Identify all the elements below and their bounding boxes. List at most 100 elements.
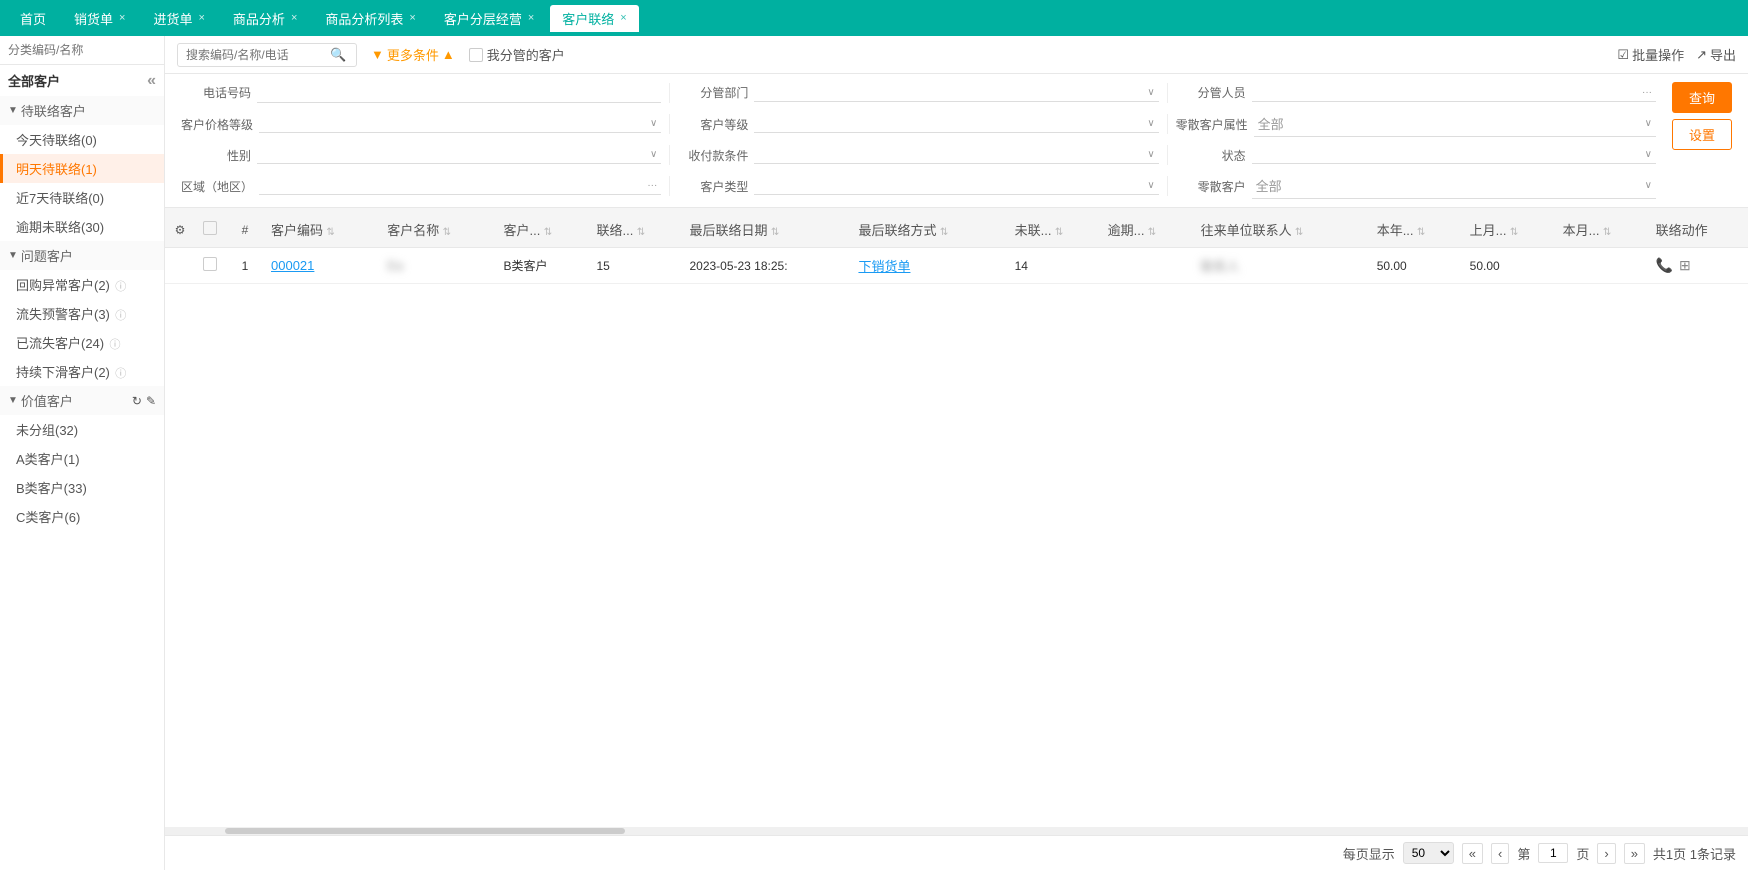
- customer-type-select[interactable]: ∨: [754, 177, 1158, 195]
- filter-field-price-level: 客户价格等级 ∨: [181, 115, 661, 133]
- col-current-year[interactable]: 本年... ⇅: [1371, 212, 1464, 248]
- page-size-select[interactable]: 50 100 200: [1403, 842, 1454, 864]
- price-level-select[interactable]: ∨: [259, 115, 661, 133]
- sidebar-collapse-btn[interactable]: «: [147, 72, 156, 90]
- nav-close-purchase[interactable]: ×: [198, 12, 204, 24]
- col-check[interactable]: [195, 212, 225, 248]
- content-area: 🔍 ▼ 更多条件 ▲ 我分管的客户 ☑ 批量操作 ↗ 导出: [165, 36, 1748, 870]
- sidebar-item-type-c[interactable]: C类客户(6): [0, 502, 164, 531]
- filter-divider-1: [669, 83, 670, 103]
- col-customer-code[interactable]: 客户编码 ⇅: [265, 212, 381, 248]
- status-select[interactable]: ∨: [1252, 146, 1656, 164]
- region-select[interactable]: ···: [259, 177, 661, 195]
- sort-icon-type: ⇅: [544, 227, 552, 238]
- sort-icon-contact: ⇅: [637, 227, 645, 238]
- nav-sales[interactable]: 销货单 ×: [62, 5, 137, 32]
- department-select[interactable]: ∨: [754, 84, 1158, 102]
- sidebar-item-tomorrow[interactable]: 明天待联络(1): [0, 154, 164, 183]
- nav-close-customer-contact[interactable]: ×: [620, 12, 626, 24]
- sidebar-item-7days[interactable]: 近7天待联络(0): [0, 183, 164, 212]
- batch-operation-btn[interactable]: ☑ 批量操作: [1617, 45, 1684, 64]
- nav-customer-contact[interactable]: 客户联络 ×: [550, 5, 638, 32]
- nav-home[interactable]: 首页: [8, 5, 58, 32]
- col-unit-contact[interactable]: 往来单位联系人 ⇅: [1195, 212, 1371, 248]
- total-records-label: 共1页 1条记录: [1653, 844, 1736, 863]
- row-customer-code[interactable]: 000021: [265, 248, 381, 284]
- page-suffix: 页: [1576, 844, 1589, 863]
- col-last-month[interactable]: 上月... ⇅: [1464, 212, 1557, 248]
- settings-button[interactable]: 设置: [1672, 119, 1732, 150]
- manager-select[interactable]: ···: [1252, 84, 1656, 102]
- export-btn[interactable]: ↗ 导出: [1696, 45, 1736, 64]
- row-checkbox[interactable]: [203, 257, 217, 271]
- my-customers-checkbox[interactable]: [469, 48, 483, 62]
- sidebar-item-continuous-decline[interactable]: 持续下滑客户(2) ⓘ: [0, 357, 164, 386]
- row-check[interactable]: [195, 248, 225, 284]
- sidebar-search-input[interactable]: [8, 43, 163, 57]
- retail-customer-select[interactable]: 全部 ∨: [1252, 173, 1656, 199]
- nav-goods-analysis-list[interactable]: 商品分析列表 ×: [313, 5, 427, 32]
- sidebar-item-lost-risk[interactable]: 流失预警客户(3) ⓘ: [0, 299, 164, 328]
- scroll-thumb[interactable]: [225, 828, 625, 834]
- row-customer-name[interactable]: Ea: [381, 248, 497, 284]
- grid-action-icon[interactable]: ⊞: [1679, 257, 1691, 274]
- col-last-contact-method[interactable]: 最后联络方式 ⇅: [852, 212, 1008, 248]
- first-page-btn[interactable]: «: [1462, 843, 1483, 864]
- filter-row-1: 电话号码 分管部门 ∨ 分管人员: [181, 82, 1656, 103]
- table-scroll-bar[interactable]: [165, 827, 1748, 835]
- pending-contact-arrow: ▼: [8, 105, 18, 116]
- col-customer-name[interactable]: 客户名称 ⇅: [381, 212, 497, 248]
- value-customers-edit-icon[interactable]: ✎: [146, 394, 156, 408]
- nav-close-sales[interactable]: ×: [119, 12, 125, 24]
- prev-page-btn[interactable]: ‹: [1491, 843, 1509, 864]
- more-conditions-btn[interactable]: ▼ 更多条件 ▲: [365, 42, 461, 67]
- sidebar-item-today[interactable]: 今天待联络(0): [0, 125, 164, 154]
- col-contact-short[interactable]: 联络... ⇅: [591, 212, 684, 248]
- page-input[interactable]: [1538, 843, 1568, 863]
- chevron-up-icon: ▲: [442, 47, 455, 62]
- query-button[interactable]: 查询: [1672, 82, 1732, 113]
- col-customer-type-short[interactable]: 客户... ⇅: [498, 212, 591, 248]
- search-input[interactable]: [186, 48, 326, 62]
- col-this-month[interactable]: 本月... ⇅: [1557, 212, 1650, 248]
- filter-divider-5: [669, 145, 670, 165]
- nav-customer-segment[interactable]: 客户分层经营 ×: [432, 5, 546, 32]
- last-page-btn[interactable]: »: [1624, 843, 1645, 864]
- next-page-btn[interactable]: ›: [1597, 843, 1615, 864]
- value-customers-arrow: ▼: [8, 395, 18, 406]
- value-customers-refresh-icon[interactable]: ↻: [132, 394, 142, 408]
- info-icon-decline: ⓘ: [115, 368, 126, 380]
- col-last-contact-date[interactable]: 最后联络日期 ⇅: [683, 212, 852, 248]
- customer-level-select[interactable]: ∨: [754, 115, 1158, 133]
- sidebar-item-lost[interactable]: 已流失客户(24) ⓘ: [0, 328, 164, 357]
- phone-input[interactable]: [257, 82, 661, 103]
- filter-field-region: 区域（地区） ···: [181, 177, 661, 195]
- search-icon[interactable]: 🔍: [330, 47, 346, 63]
- my-customers-checkbox-wrapper[interactable]: 我分管的客户: [469, 45, 565, 64]
- sort-icon-overdue: ⇅: [1148, 227, 1156, 238]
- filter-field-department: 分管部门 ∨: [678, 84, 1158, 102]
- gender-select[interactable]: ∨: [257, 146, 661, 164]
- payment-select[interactable]: ∨: [754, 146, 1158, 164]
- header-checkbox[interactable]: [203, 221, 217, 235]
- search-box: 🔍: [177, 43, 357, 67]
- nav-close-goods-analysis[interactable]: ×: [291, 12, 297, 24]
- department-chevron: ∨: [1147, 87, 1154, 98]
- sidebar-item-ungrouped[interactable]: 未分组(32): [0, 415, 164, 444]
- sidebar-item-type-b[interactable]: B类客户(33): [0, 473, 164, 502]
- nav-goods-analysis[interactable]: 商品分析 ×: [221, 5, 309, 32]
- sidebar-item-type-a[interactable]: A类客户(1): [0, 444, 164, 473]
- nav-close-goods-analysis-list[interactable]: ×: [409, 12, 415, 24]
- sort-icon-last-month: ⇅: [1510, 227, 1518, 238]
- col-not-contacted[interactable]: 未联... ⇅: [1009, 212, 1102, 248]
- phone-action-icon[interactable]: 📞: [1656, 257, 1673, 274]
- retail-attribute-select[interactable]: 全部 ∨: [1254, 111, 1656, 137]
- filter-divider-6: [1167, 145, 1168, 165]
- row-last-contact-method[interactable]: 下销货单: [852, 248, 1008, 284]
- nav-purchase[interactable]: 进货单 ×: [141, 5, 216, 32]
- sidebar-item-overdue[interactable]: 逾期未联络(30): [0, 212, 164, 241]
- nav-close-customer-segment[interactable]: ×: [528, 12, 534, 24]
- sidebar-item-repurchase-abnormal[interactable]: 回购异常客户(2) ⓘ: [0, 270, 164, 299]
- col-overdue[interactable]: 逾期... ⇅: [1102, 212, 1195, 248]
- col-settings[interactable]: ⚙: [165, 212, 195, 248]
